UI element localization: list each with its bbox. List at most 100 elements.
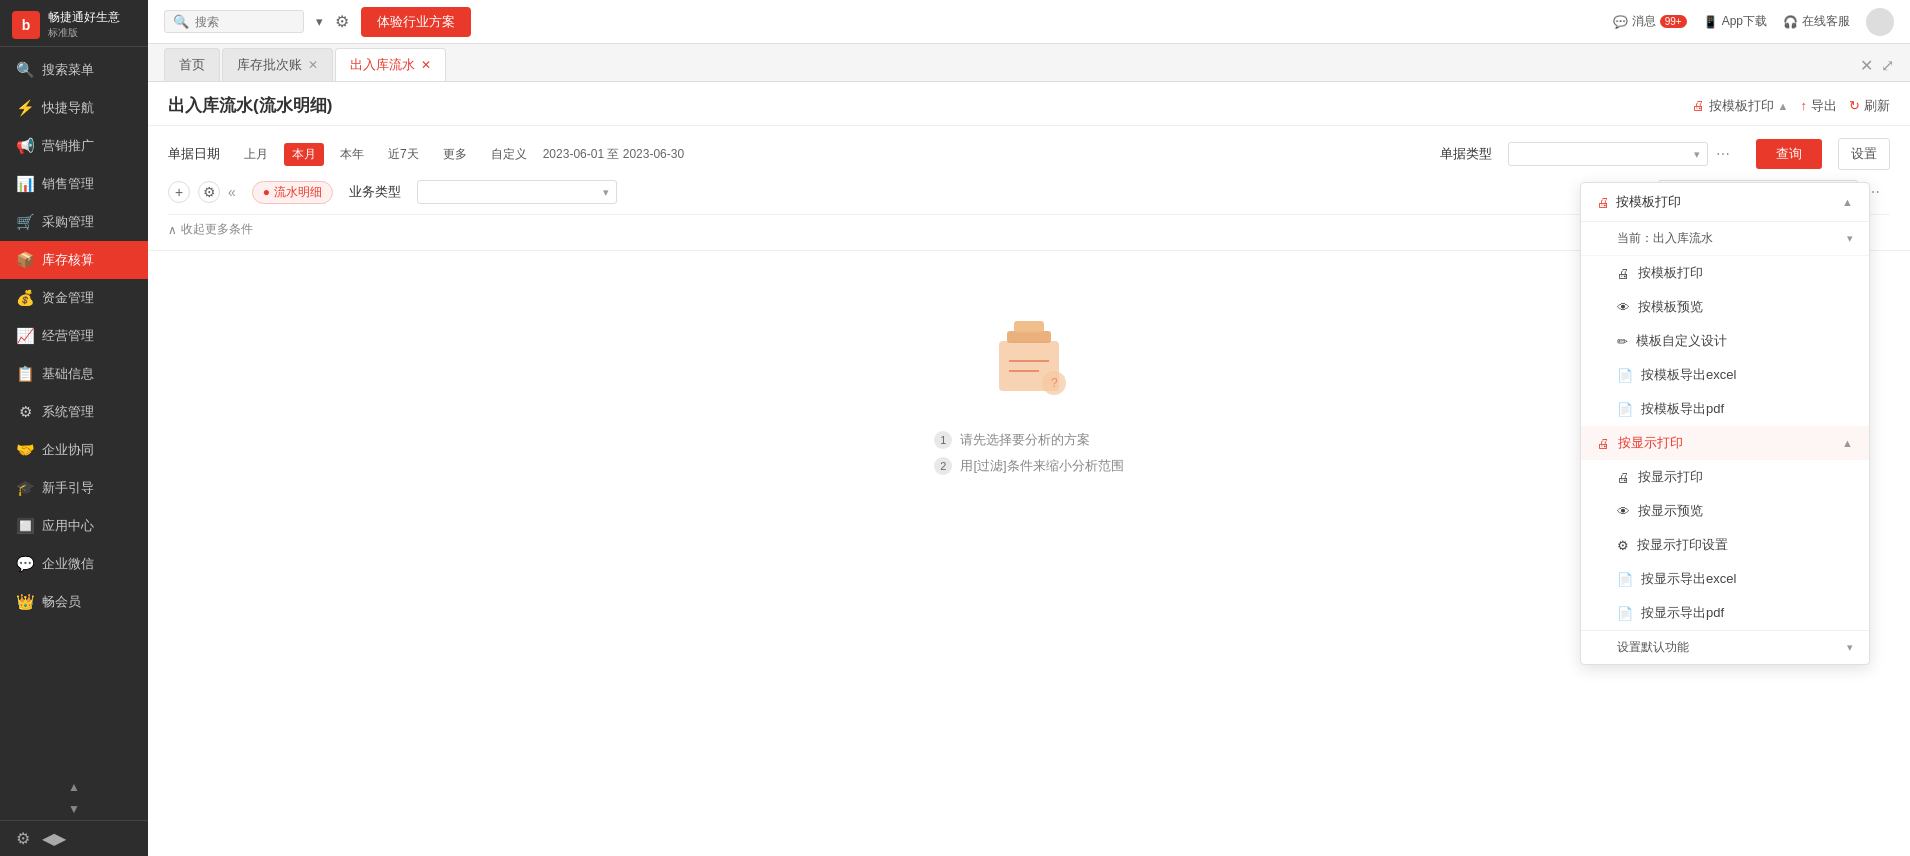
display-print-icon: 🖨 xyxy=(1617,470,1630,485)
dropdown-header: 🖨 按模板打印 ▲ xyxy=(1581,183,1869,222)
biz-type-select[interactable] xyxy=(417,180,617,204)
settings-btn[interactable]: 设置 xyxy=(1838,138,1890,170)
date-btn-custom[interactable]: 自定义 xyxy=(483,143,535,166)
tab-home-label: 首页 xyxy=(179,56,205,74)
doc-type-more[interactable]: ⋯ xyxy=(1716,146,1730,162)
sidebar-inventory-label: 库存核算 xyxy=(42,251,94,269)
dropdown-template-preview[interactable]: 👁 按模板预览 xyxy=(1581,290,1869,324)
filter-row-1: 单据日期 上月 本月 本年 近7天 更多 自定义 2023-06-01 至 20… xyxy=(168,138,1890,170)
condition-settings-btn[interactable]: ⚙ xyxy=(198,181,220,203)
filter-tag-flow[interactable]: ● 流水明细 xyxy=(252,181,333,204)
dropdown-template-export-excel[interactable]: 📄 按模板导出excel xyxy=(1581,358,1869,392)
content-area: 出入库流水(流水明细) 🖨 按模板打印 ▲ ↑ 导出 ↻ 刷新 xyxy=(148,82,1910,856)
dropdown-print-icon: 🖨 xyxy=(1597,195,1610,210)
dropdown-template-export-pdf[interactable]: 📄 按模板导出pdf xyxy=(1581,392,1869,426)
date-btn-7days[interactable]: 近7天 xyxy=(380,143,427,166)
filter-tag-icon: ● xyxy=(263,185,270,199)
dropdown-display-settings[interactable]: ⚙ 按显示打印设置 xyxy=(1581,528,1869,562)
sidebar-item-marketing[interactable]: 📢营销推广 xyxy=(0,127,148,165)
current-chevron[interactable]: ▾ xyxy=(1847,232,1853,245)
biz-type-select-wrap xyxy=(417,180,617,204)
collapse-icon[interactable]: ◀▶ xyxy=(42,829,66,848)
dropdown-display-section[interactable]: 🖨 按显示打印 ▲ xyxy=(1581,426,1869,460)
app-name: 畅捷通好生意 xyxy=(48,10,120,26)
sidebar-system-label: 系统管理 xyxy=(42,403,94,421)
add-condition-btn[interactable]: + xyxy=(168,181,190,203)
date-btn-this-month[interactable]: 本月 xyxy=(284,143,324,166)
template-export-excel-label: 按模板导出excel xyxy=(1641,366,1736,384)
template-preview-label: 按模板预览 xyxy=(1638,298,1703,316)
sidebar-item-purchase[interactable]: 🛒采购管理 xyxy=(0,203,148,241)
tab-flow-close[interactable]: ✕ xyxy=(421,58,431,72)
dropdown-header-chevron[interactable]: ▲ xyxy=(1842,196,1853,208)
sidebar-purchase-icon: 🛒 xyxy=(16,213,34,231)
sidebar-finance-label: 资金管理 xyxy=(42,289,94,307)
tab-expand[interactable]: ⤢ xyxy=(1881,56,1894,75)
app-download-btn[interactable]: 📱 App下载 xyxy=(1703,13,1767,30)
sidebar-guide-icon: 🎓 xyxy=(16,479,34,497)
template-preview-icon: 👁 xyxy=(1617,300,1630,315)
date-btn-last-month[interactable]: 上月 xyxy=(236,143,276,166)
footer-chevron: ▾ xyxy=(1847,641,1853,654)
sidebar-item-sales[interactable]: 📊销售管理 xyxy=(0,165,148,203)
topbar-gear-icon[interactable]: ⚙ xyxy=(335,12,349,31)
sidebar-item-inventory[interactable]: 📦库存核算 xyxy=(0,241,148,279)
sidebar-operations-label: 经营管理 xyxy=(42,327,94,345)
sidebar-item-operations[interactable]: 📈经营管理 xyxy=(0,317,148,355)
date-btn-this-year[interactable]: 本年 xyxy=(332,143,372,166)
collapse-arrow-icon: ∧ xyxy=(168,223,177,237)
dropdown-template-print[interactable]: 🖨 按模板打印 xyxy=(1581,256,1869,290)
display-settings-icon: ⚙ xyxy=(1617,538,1629,553)
dropdown-display-excel[interactable]: 📄 按显示导出excel xyxy=(1581,562,1869,596)
print-template-btn[interactable]: 🖨 按模板打印 ▲ xyxy=(1692,97,1789,115)
dropdown-template-custom[interactable]: ✏ 模板自定义设计 xyxy=(1581,324,1869,358)
search-box[interactable]: 🔍 xyxy=(164,10,304,33)
refresh-btn[interactable]: ↻ 刷新 xyxy=(1849,97,1890,115)
messages-label: 消息 xyxy=(1632,13,1656,30)
display-preview-icon: 👁 xyxy=(1617,504,1630,519)
tab-flow[interactable]: 出入库流水 ✕ xyxy=(335,48,446,81)
display-section-chevron[interactable]: ▲ xyxy=(1842,437,1853,449)
sidebar-item-guide[interactable]: 🎓新手引导 xyxy=(0,469,148,507)
filter-add-btns: + ⚙ « xyxy=(168,181,236,203)
sidebar-item-system[interactable]: ⚙系统管理 xyxy=(0,393,148,431)
tab-batch-close[interactable]: ✕ xyxy=(308,58,318,72)
user-avatar[interactable] xyxy=(1866,8,1894,36)
tab-home[interactable]: 首页 xyxy=(164,48,220,81)
sidebar-item-collab[interactable]: 🤝企业协同 xyxy=(0,431,148,469)
sidebar-item-finance[interactable]: 💰资金管理 xyxy=(0,279,148,317)
sidebar-item-quick-nav[interactable]: ⚡快捷导航 xyxy=(0,89,148,127)
dropdown-display-pdf[interactable]: 📄 按显示导出pdf xyxy=(1581,596,1869,630)
settings-icon[interactable]: ⚙ xyxy=(16,829,30,848)
industry-btn[interactable]: 体验行业方案 xyxy=(361,7,471,37)
tip-num-2: 2 xyxy=(934,457,952,475)
export-btn[interactable]: ↑ 导出 xyxy=(1801,97,1838,115)
sidebar-wechat-label: 企业微信 xyxy=(42,555,94,573)
dropdown-display-preview[interactable]: 👁 按显示预览 xyxy=(1581,494,1869,528)
sidebar-item-vip[interactable]: 👑畅会员 xyxy=(0,583,148,621)
doc-type-select[interactable] xyxy=(1508,142,1708,166)
messages-btn[interactable]: 💬 消息 99+ xyxy=(1613,13,1687,30)
print-template-label: 按模板打印 xyxy=(1709,97,1774,115)
tab-close-all[interactable]: ✕ xyxy=(1860,56,1873,75)
date-btn-more[interactable]: 更多 xyxy=(435,143,475,166)
page-header: 出入库流水(流水明细) 🖨 按模板打印 ▲ ↑ 导出 ↻ 刷新 xyxy=(148,82,1910,126)
template-custom-label: 模板自定义设计 xyxy=(1636,332,1727,350)
tab-flow-label: 出入库流水 xyxy=(350,56,415,74)
sidebar-item-apps[interactable]: 🔲应用中心 xyxy=(0,507,148,545)
dropdown-display-print[interactable]: 🖨 按显示打印 xyxy=(1581,460,1869,494)
topbar-dropdown-arrow[interactable]: ▾ xyxy=(316,14,323,29)
sidebar-item-search[interactable]: 🔍搜索菜单 xyxy=(0,51,148,89)
search-input[interactable] xyxy=(195,15,295,29)
svg-text:?: ? xyxy=(1051,376,1058,390)
sidebar-quick-nav-label: 快捷导航 xyxy=(42,99,94,117)
online-service-btn[interactable]: 🎧 在线客服 xyxy=(1783,13,1850,30)
query-btn[interactable]: 查询 xyxy=(1756,139,1822,169)
collapse-conditions-btn[interactable]: « xyxy=(228,184,236,200)
sidebar-item-basic[interactable]: 📋基础信息 xyxy=(0,355,148,393)
sidebar-scroll-up[interactable]: ▲ xyxy=(0,776,148,798)
sidebar-scroll-down[interactable]: ▼ xyxy=(0,798,148,820)
sidebar-item-wechat[interactable]: 💬企业微信 xyxy=(0,545,148,583)
dropdown-footer[interactable]: 设置默认功能 ▾ xyxy=(1581,630,1869,664)
tab-batch[interactable]: 库存批次账 ✕ xyxy=(222,48,333,81)
